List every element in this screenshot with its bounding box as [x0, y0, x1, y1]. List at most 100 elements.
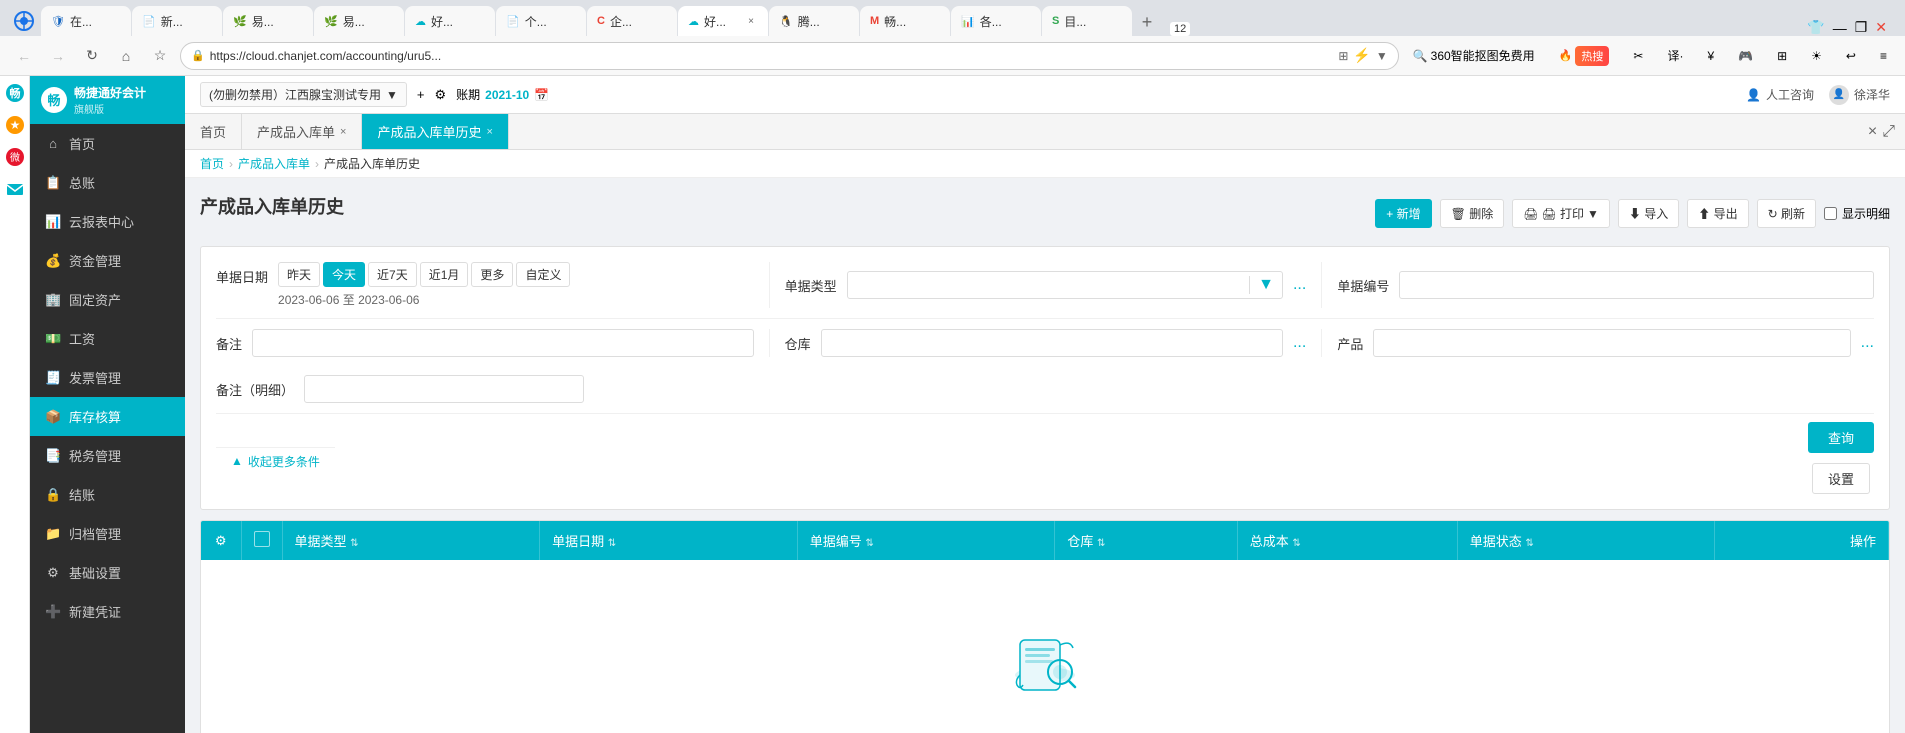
select-all-checkbox[interactable]	[254, 531, 270, 547]
apps-icon[interactable]: ⊞	[1338, 49, 1348, 63]
user-profile-btn[interactable]: 👤 徐泽华	[1829, 85, 1890, 105]
panel-close-icon[interactable]: ×	[1868, 123, 1877, 141]
calendar-icon[interactable]: 📅	[534, 88, 549, 102]
browser-tab-5[interactable]: ☁ 好...	[405, 6, 495, 36]
scissors-btn[interactable]: ✂	[1625, 42, 1651, 70]
translate-btn[interactable]: 译·	[1659, 42, 1691, 70]
remark-filter-input[interactable]	[252, 329, 754, 357]
new-tab-button[interactable]: +	[1133, 8, 1161, 36]
sidebar-item-salary[interactable]: 💵 工资	[30, 319, 185, 358]
sidebar-item-settings[interactable]: ⚙ 基础设置	[30, 553, 185, 592]
window-close-icon[interactable]: ✕	[1875, 19, 1887, 36]
customer-service-btn[interactable]: 👤 人工咨询	[1746, 86, 1814, 103]
sidebar-item-invoice[interactable]: 🧾 发票管理	[30, 358, 185, 397]
browser-tab-10[interactable]: M 畅...	[860, 6, 950, 36]
window-restore-icon[interactable]: ❐	[1855, 19, 1868, 36]
browser-tab-11[interactable]: 📊 各...	[951, 6, 1041, 36]
panel-expand-icon[interactable]: ⤢	[1882, 123, 1895, 141]
sidebar-item-report[interactable]: 📊 云报表中心	[30, 202, 185, 241]
game-btn[interactable]: 🎮	[1730, 42, 1761, 70]
warehouse-filter-dots[interactable]: ...	[1293, 334, 1306, 352]
company-settings-btn[interactable]: ⚙	[434, 87, 446, 103]
add-company-btn[interactable]: +	[417, 87, 425, 102]
breadcrumb-list[interactable]: 产成品入库单	[238, 155, 310, 172]
bookmark-button[interactable]: ☆	[146, 42, 174, 70]
type-filter-dots[interactable]: ...	[1293, 276, 1306, 294]
sidebar-item-fixed[interactable]: 🏢 固定资产	[30, 280, 185, 319]
type-filter-select[interactable]: ▼	[847, 271, 1283, 299]
export-button[interactable]: ⬆ 导出	[1687, 199, 1748, 228]
company-selector[interactable]: (勿删勿禁用）江西腺宝测试专用 ▼	[200, 82, 407, 107]
print-button[interactable]: 🖨 🖨 打印 ▼	[1512, 199, 1610, 228]
col-type[interactable]: 单据类型 ⇅	[282, 521, 540, 560]
date-btn-today[interactable]: 今天	[323, 262, 365, 287]
query-button[interactable]: 查询	[1808, 422, 1874, 453]
date-btn-1month[interactable]: 近1月	[420, 262, 469, 287]
browser-tab-6[interactable]: 📄 个...	[496, 6, 586, 36]
content-tab-list-close-icon[interactable]: ×	[340, 126, 346, 138]
col-number[interactable]: 单据编号 ⇅	[797, 521, 1055, 560]
content-tab-home[interactable]: 首页	[185, 114, 242, 149]
browser-tab-4[interactable]: 🌿 易...	[314, 6, 404, 36]
col-status[interactable]: 单据状态 ⇅	[1457, 521, 1715, 560]
settings-query-button[interactable]: 设置	[1812, 463, 1870, 494]
date-btn-7days[interactable]: 近7天	[368, 262, 417, 287]
detail-remark-input[interactable]	[304, 375, 584, 403]
browser-tab-3[interactable]: 🌿 易...	[223, 6, 313, 36]
currency-btn[interactable]: ¥	[1699, 42, 1722, 70]
app-icon-weibo[interactable]: 微	[3, 145, 27, 169]
sidebar-item-tax[interactable]: 📑 税务管理	[30, 436, 185, 475]
window-shirt-icon[interactable]: 👕	[1807, 19, 1824, 36]
date-btn-yesterday[interactable]: 昨天	[278, 262, 320, 287]
add-button[interactable]: + 新增	[1375, 199, 1431, 228]
date-btn-custom[interactable]: 自定义	[516, 262, 570, 287]
home-button[interactable]: ⌂	[112, 42, 140, 70]
breadcrumb-home[interactable]: 首页	[200, 155, 224, 172]
lightning-icon[interactable]: ⚡	[1353, 47, 1370, 64]
grid-btn[interactable]: ⊞	[1769, 42, 1795, 70]
sidebar-item-archive[interactable]: 📁 归档管理	[30, 514, 185, 553]
sidebar-item-home[interactable]: ⌂ 首页	[30, 124, 185, 163]
content-tab-list[interactable]: 产成品入库单 ×	[242, 114, 362, 149]
sidebar-item-close[interactable]: 🔒 结账	[30, 475, 185, 514]
sidebar-item-inventory[interactable]: 📦 库存核算	[30, 397, 185, 436]
address-bar[interactable]: 🔒 https://cloud.chanjet.com/accounting/u…	[180, 42, 1399, 70]
sidebar-item-ledger[interactable]: 📋 总账	[30, 163, 185, 202]
history-btn[interactable]: ↩	[1838, 42, 1864, 70]
sidebar-item-fund[interactable]: 💰 资金管理	[30, 241, 185, 280]
window-minimize-icon[interactable]: —	[1833, 20, 1847, 36]
dropdown-arrow-icon[interactable]: ▼	[1376, 49, 1388, 63]
col-checkbox[interactable]	[241, 521, 282, 560]
app-icon-chanjet[interactable]: 畅	[3, 81, 27, 105]
col-cost[interactable]: 总成本 ⇅	[1237, 521, 1457, 560]
sidebar-item-new-voucher[interactable]: ➕ 新建凭证	[30, 592, 185, 631]
date-btn-more[interactable]: 更多	[471, 262, 513, 287]
number-filter-input[interactable]	[1399, 271, 1874, 299]
browser-tab-12[interactable]: S 目...	[1042, 6, 1132, 36]
app-icon-mail[interactable]	[3, 177, 27, 201]
back-button[interactable]: ←	[10, 42, 38, 70]
product-filter-input[interactable]	[1373, 329, 1850, 357]
hot-search-btn[interactable]: 🔥 热搜	[1551, 42, 1618, 70]
content-tab-history-close-icon[interactable]: ×	[486, 126, 492, 138]
tab8-close-icon[interactable]: ×	[744, 14, 758, 28]
import-button[interactable]: ⬇ 导入	[1618, 199, 1679, 228]
refresh-button[interactable]: ↻ 刷新	[1757, 199, 1816, 228]
browser-tab-2[interactable]: 📄 新...	[132, 6, 222, 36]
col-settings[interactable]: ⚙	[201, 521, 241, 560]
content-tab-history[interactable]: 产成品入库单历史 ×	[362, 114, 508, 149]
display-toggle-checkbox[interactable]	[1824, 207, 1837, 220]
col-warehouse[interactable]: 仓库 ⇅	[1055, 521, 1237, 560]
forward-button[interactable]: →	[44, 42, 72, 70]
warehouse-filter-input[interactable]	[821, 329, 1283, 357]
browser-tab-7[interactable]: C 企...	[587, 6, 677, 36]
settings-btn-browser[interactable]: ≡	[1872, 42, 1895, 70]
search-box[interactable]: 🔍 360智能抠图免费用	[1405, 42, 1543, 70]
browser-tab-9[interactable]: 🐧 腾...	[769, 6, 859, 36]
delete-button[interactable]: 🗑 删除	[1440, 199, 1505, 228]
type-filter-dropdown-icon[interactable]: ▼	[1249, 276, 1282, 294]
app-icon-star[interactable]: ★	[3, 113, 27, 137]
product-filter-dots[interactable]: ...	[1861, 334, 1874, 352]
browser-tab-8[interactable]: ☁ 好... ×	[678, 6, 768, 36]
collapse-btn[interactable]: ▲ 收起更多条件	[216, 447, 335, 475]
